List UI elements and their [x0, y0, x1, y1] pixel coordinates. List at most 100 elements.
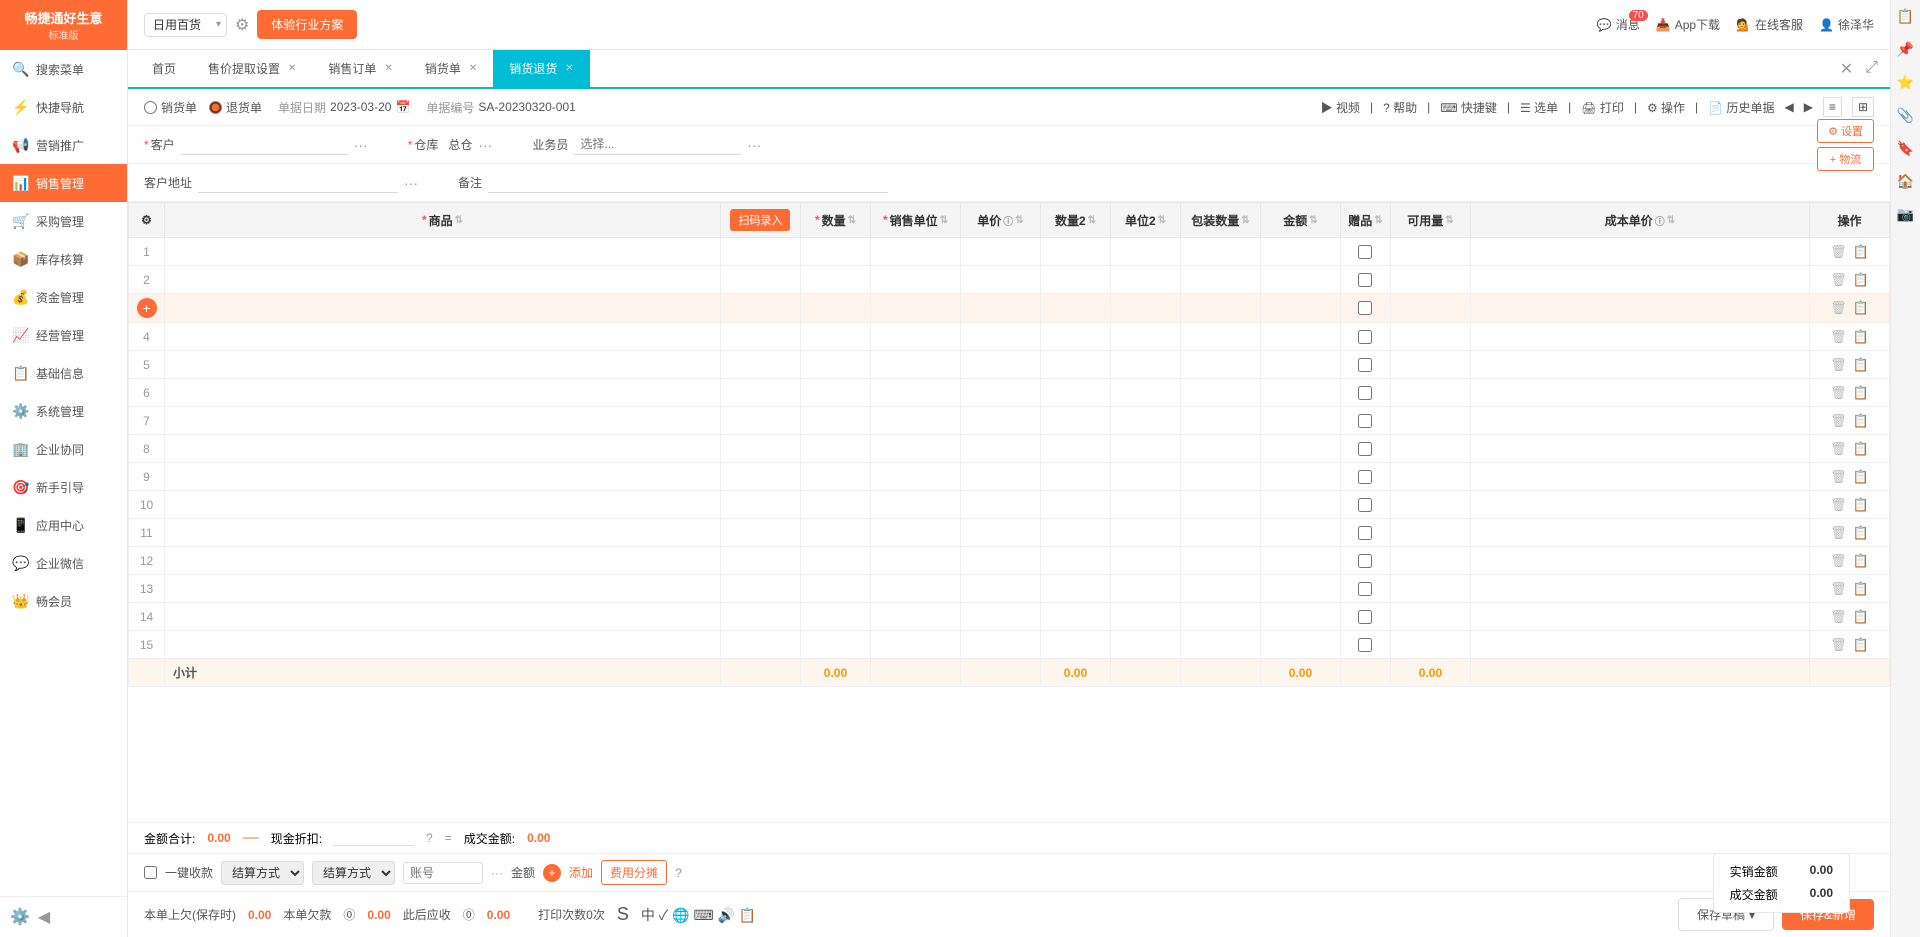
- tab-price-close[interactable]: ✕: [288, 63, 296, 74]
- add-row-btn[interactable]: +: [137, 298, 157, 318]
- unit2-cell[interactable]: [1110, 294, 1180, 323]
- fee-help-icon[interactable]: ?: [675, 866, 682, 880]
- qty2-cell[interactable]: [1040, 323, 1110, 351]
- fee-btn[interactable]: 费用分摊: [601, 860, 667, 885]
- product-cell[interactable]: [165, 519, 721, 547]
- copy-icon[interactable]: 📋: [1853, 609, 1869, 625]
- price-info-icon[interactable]: ⓘ: [1003, 213, 1013, 228]
- gift-cell[interactable]: [1340, 379, 1390, 407]
- settings-bottom-icon[interactable]: ⚙️: [10, 907, 30, 927]
- sidebar-item-sales[interactable]: 📊 销售管理: [0, 164, 127, 202]
- unit2-cell[interactable]: [1110, 463, 1180, 491]
- delete-icon[interactable]: 🗑: [1830, 441, 1847, 457]
- sort-gift-icon[interactable]: ⇅: [1374, 215, 1382, 226]
- gift-checkbox[interactable]: [1358, 301, 1372, 315]
- unit-cell[interactable]: [870, 407, 960, 435]
- amount-cell[interactable]: [1260, 323, 1340, 351]
- cost-price-cell[interactable]: [1470, 407, 1809, 435]
- amount-cell[interactable]: [1260, 435, 1340, 463]
- amount-cell[interactable]: [1260, 631, 1340, 659]
- col-settings[interactable]: ⚙: [129, 203, 165, 238]
- qty-cell[interactable]: [800, 631, 870, 659]
- gift-checkbox[interactable]: [1358, 470, 1372, 484]
- qty2-cell[interactable]: [1040, 575, 1110, 603]
- available-cell[interactable]: [1390, 435, 1470, 463]
- sidebar-item-enterprise[interactable]: 🏢 企业协同: [0, 430, 127, 468]
- cost-price-cell[interactable]: [1470, 379, 1809, 407]
- qty2-cell[interactable]: [1040, 238, 1110, 266]
- tab-sales-return[interactable]: 销货退货 ✕: [493, 50, 589, 87]
- unit2-cell[interactable]: [1110, 435, 1180, 463]
- sidebar-item-marketing[interactable]: 📢 营销推广: [0, 126, 127, 164]
- action-help[interactable]: ? 帮助: [1383, 99, 1417, 116]
- amount-cell[interactable]: [1260, 575, 1340, 603]
- copy-icon[interactable]: 📋: [1853, 385, 1869, 401]
- unit-cell[interactable]: [870, 631, 960, 659]
- copy-icon[interactable]: 📋: [1853, 357, 1869, 373]
- copy-icon[interactable]: 📋: [1853, 581, 1869, 597]
- available-cell[interactable]: [1390, 631, 1470, 659]
- cost-price-cell[interactable]: [1470, 547, 1809, 575]
- radio-return-input[interactable]: [209, 101, 222, 114]
- radio-sales[interactable]: 销货单: [144, 99, 197, 116]
- cost-price-cell[interactable]: [1470, 603, 1809, 631]
- tab-close-all-icon[interactable]: ✕: [1836, 55, 1857, 83]
- gift-cell[interactable]: [1340, 238, 1390, 266]
- sidebar-item-basic[interactable]: 📋 基础信息: [0, 354, 127, 392]
- sort-cost-icon[interactable]: ⇅: [1667, 215, 1675, 226]
- gift-cell[interactable]: [1340, 294, 1390, 323]
- radio-return[interactable]: 退货单: [209, 99, 262, 116]
- action-select[interactable]: ☰ 选单: [1520, 99, 1558, 116]
- tab-sales[interactable]: 销货单 ✕: [409, 50, 493, 87]
- qty2-cell[interactable]: [1040, 463, 1110, 491]
- gift-cell[interactable]: [1340, 519, 1390, 547]
- scan-btn[interactable]: 扫码录入: [730, 209, 790, 231]
- available-cell[interactable]: [1390, 491, 1470, 519]
- address-input[interactable]: [198, 172, 398, 193]
- product-cell[interactable]: [165, 575, 721, 603]
- pack-qty-cell[interactable]: [1180, 266, 1260, 294]
- qty2-cell[interactable]: [1040, 351, 1110, 379]
- copy-icon[interactable]: 📋: [1853, 553, 1869, 569]
- gift-cell[interactable]: [1340, 603, 1390, 631]
- product-cell[interactable]: [165, 491, 721, 519]
- unit2-cell[interactable]: [1110, 575, 1180, 603]
- product-cell[interactable]: [165, 379, 721, 407]
- calendar-icon[interactable]: 📅: [395, 100, 410, 114]
- qty-cell[interactable]: [800, 266, 870, 294]
- cost-price-cell[interactable]: [1470, 631, 1809, 659]
- qty-cell[interactable]: [800, 519, 870, 547]
- product-cell[interactable]: [165, 238, 721, 266]
- qty2-cell[interactable]: [1040, 435, 1110, 463]
- price-cell[interactable]: [960, 294, 1040, 323]
- price-cell[interactable]: [960, 351, 1040, 379]
- pack-qty-cell[interactable]: [1180, 407, 1260, 435]
- delete-icon[interactable]: 🗑: [1830, 609, 1847, 625]
- price-cell[interactable]: [960, 238, 1040, 266]
- tab-sales-order[interactable]: 销售订单 ✕: [312, 50, 408, 87]
- price-cell[interactable]: [960, 631, 1040, 659]
- cost-price-cell[interactable]: [1470, 435, 1809, 463]
- sidebar-item-purchase[interactable]: 🛒 采购管理: [0, 202, 127, 240]
- action-video[interactable]: ▶ 视频: [1321, 99, 1360, 116]
- account-select[interactable]: 结算方式: [312, 861, 395, 885]
- qty-cell[interactable]: [800, 547, 870, 575]
- qty2-cell[interactable]: [1040, 491, 1110, 519]
- amount-cell[interactable]: [1260, 463, 1340, 491]
- topbar-gear-icon[interactable]: ⚙: [235, 15, 249, 35]
- copy-icon[interactable]: 📋: [1853, 497, 1869, 513]
- price-cell[interactable]: [960, 379, 1040, 407]
- one-click-checkbox[interactable]: [144, 866, 157, 879]
- sort-unit-icon[interactable]: ⇅: [940, 215, 948, 226]
- unit-cell[interactable]: [870, 435, 960, 463]
- action-view-grid[interactable]: ⊞: [1852, 97, 1874, 117]
- amount-cell[interactable]: [1260, 238, 1340, 266]
- price-cell[interactable]: [960, 603, 1040, 631]
- right-panel-icon-4[interactable]: 📎: [1897, 107, 1914, 124]
- sidebar-item-guide[interactable]: 🎯 新手引导: [0, 468, 127, 506]
- amount-cell[interactable]: [1260, 547, 1340, 575]
- warehouse-dots[interactable]: ···: [478, 137, 492, 153]
- unit-cell[interactable]: [870, 379, 960, 407]
- pack-qty-cell[interactable]: [1180, 603, 1260, 631]
- qty-cell[interactable]: [800, 491, 870, 519]
